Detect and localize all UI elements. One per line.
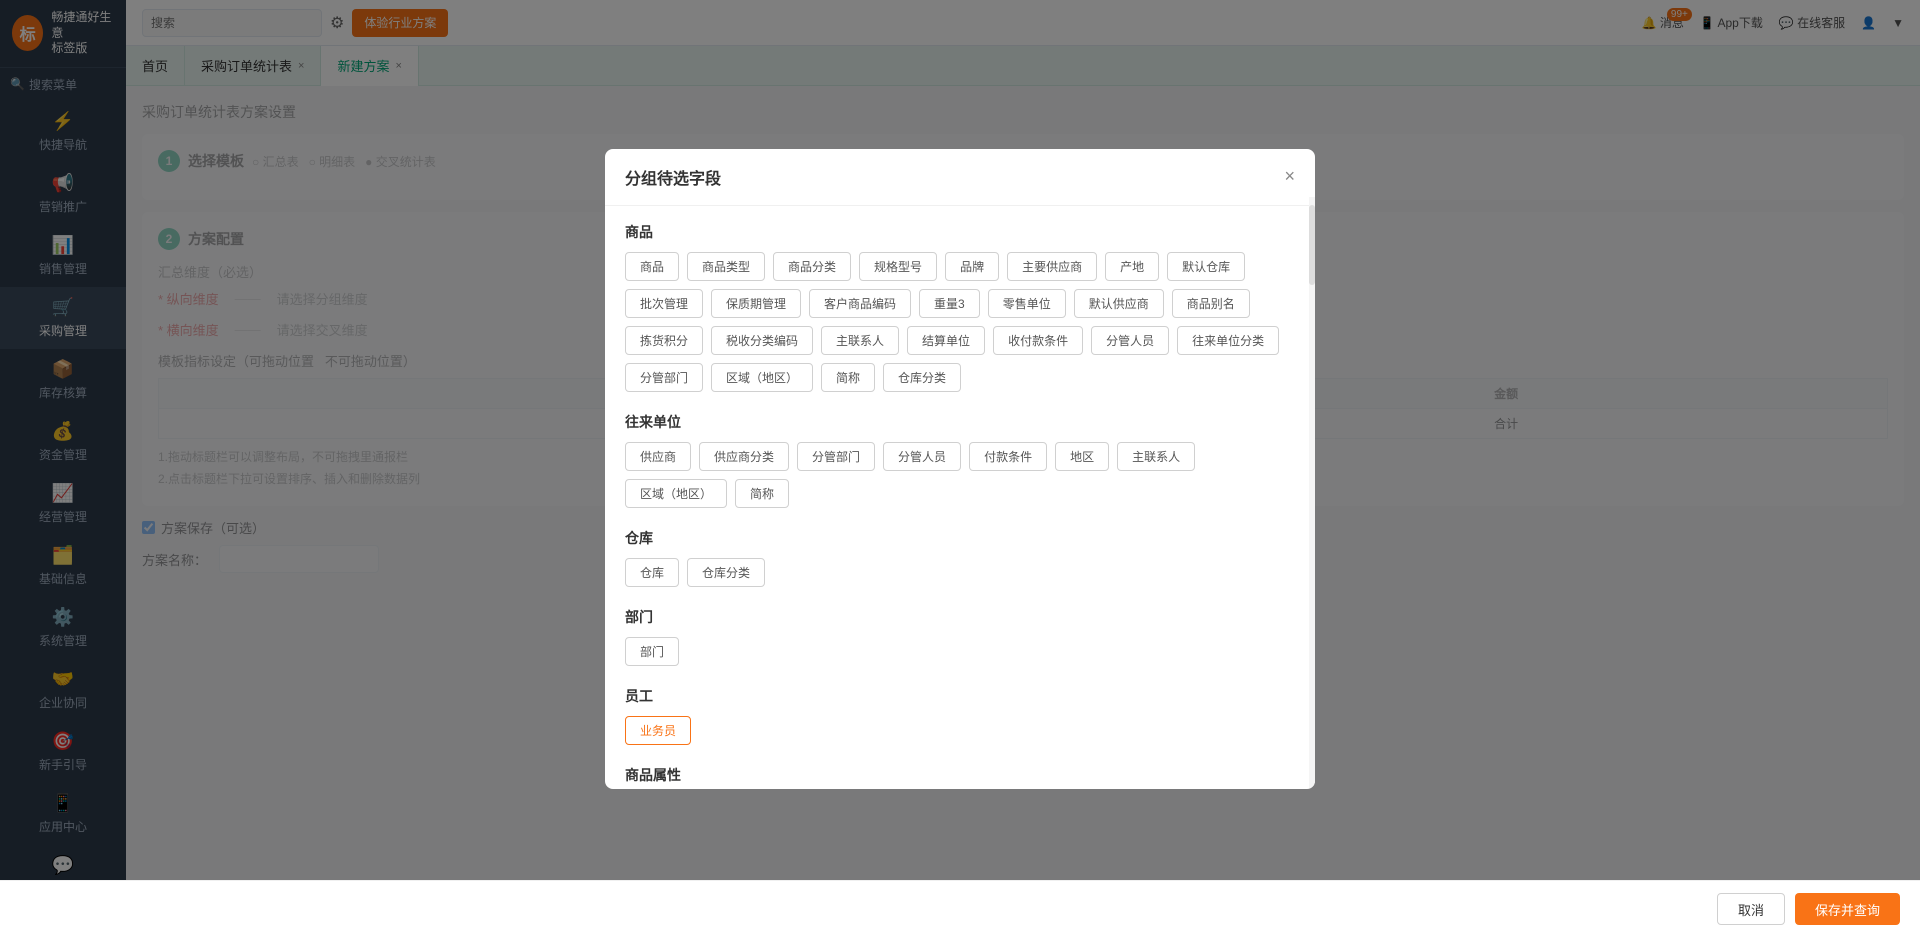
field-tag-salesperson[interactable]: 业务员 bbox=[625, 716, 691, 745]
field-grid-goods: 商品 商品类型 商品分类 规格型号 品牌 主要供应商 产地 默认仓库 批次管理 … bbox=[625, 252, 1295, 392]
section-partner-title: 往来单位 bbox=[625, 412, 1295, 432]
field-tag-weight3[interactable]: 重量3 bbox=[919, 289, 980, 318]
field-tag-region-area2[interactable]: 区域（地区） bbox=[625, 479, 727, 508]
field-tag-supplier-category[interactable]: 供应商分类 bbox=[699, 442, 789, 471]
scrollbar-thumb[interactable] bbox=[1309, 205, 1315, 285]
section-goods: 商品 商品 商品类型 商品分类 规格型号 品牌 主要供应商 产地 默认仓库 批次… bbox=[625, 222, 1295, 392]
field-tag-dept-manage[interactable]: 分管部门 bbox=[625, 363, 703, 392]
section-department: 部门 部门 bbox=[625, 607, 1295, 666]
section-goods-title: 商品 bbox=[625, 222, 1295, 242]
section-goods-attr-title: 商品属性 bbox=[625, 765, 1295, 785]
section-department-title: 部门 bbox=[625, 607, 1295, 627]
modal-footer: 取消 保存并查询 bbox=[0, 880, 1920, 937]
field-tag-manager[interactable]: 分管人员 bbox=[1091, 326, 1169, 355]
field-tag-goods-type[interactable]: 商品类型 bbox=[687, 252, 765, 281]
field-grid-employee: 业务员 bbox=[625, 716, 1295, 745]
field-tag-dept[interactable]: 部门 bbox=[625, 637, 679, 666]
field-grid-department: 部门 bbox=[625, 637, 1295, 666]
field-tag-manage-dept[interactable]: 分管部门 bbox=[797, 442, 875, 471]
field-tag-warehouse-category[interactable]: 仓库分类 bbox=[883, 363, 961, 392]
field-tag-brand[interactable]: 品牌 bbox=[945, 252, 999, 281]
field-tag-supplier[interactable]: 供应商 bbox=[625, 442, 691, 471]
field-tag-quality-mgmt[interactable]: 保质期管理 bbox=[711, 289, 801, 318]
field-tag-main-contact[interactable]: 主联系人 bbox=[821, 326, 899, 355]
section-employee-title: 员工 bbox=[625, 686, 1295, 706]
modal-body: 商品 商品 商品类型 商品分类 规格型号 品牌 主要供应商 产地 默认仓库 批次… bbox=[605, 206, 1315, 789]
field-tag-default-supplier[interactable]: 默认供应商 bbox=[1074, 289, 1164, 318]
field-tag-settlement-unit[interactable]: 结算单位 bbox=[907, 326, 985, 355]
field-tag-payment-condition[interactable]: 付款条件 bbox=[969, 442, 1047, 471]
field-tag-short-name2[interactable]: 简称 bbox=[735, 479, 789, 508]
modal-header: 分组待选字段 × bbox=[605, 149, 1315, 206]
section-goods-attr: 商品属性 属性 颜色 多规格 尺码 鞋码 1 bbox=[625, 765, 1295, 789]
field-tag-wh[interactable]: 仓库 bbox=[625, 558, 679, 587]
section-warehouse-title: 仓库 bbox=[625, 528, 1295, 548]
field-grid-warehouse: 仓库 仓库分类 bbox=[625, 558, 1295, 587]
field-tag-main-contact2[interactable]: 主联系人 bbox=[1117, 442, 1195, 471]
field-grid-partner: 供应商 供应商分类 分管部门 分管人员 付款条件 地区 主联系人 区域（地区） … bbox=[625, 442, 1295, 508]
modal: 分组待选字段 × 商品 商品 商品类型 商品分类 规格型号 品牌 主要供应商 产… bbox=[605, 149, 1315, 789]
field-tag-default-warehouse[interactable]: 默认仓库 bbox=[1167, 252, 1245, 281]
field-tag-goods-alias[interactable]: 商品别名 bbox=[1172, 289, 1250, 318]
field-tag-retail-unit[interactable]: 零售单位 bbox=[988, 289, 1066, 318]
field-tag-origin[interactable]: 产地 bbox=[1105, 252, 1159, 281]
save-button[interactable]: 保存并查询 bbox=[1795, 893, 1900, 925]
field-tag-tax-code[interactable]: 税收分类编码 bbox=[711, 326, 813, 355]
scrollbar-track bbox=[1309, 197, 1315, 789]
field-tag-region[interactable]: 地区 bbox=[1055, 442, 1109, 471]
field-tag-goods-category[interactable]: 商品分类 bbox=[773, 252, 851, 281]
field-tag-batch-mgmt[interactable]: 批次管理 bbox=[625, 289, 703, 318]
field-tag-pick-points[interactable]: 拣货积分 bbox=[625, 326, 703, 355]
field-tag-goods[interactable]: 商品 bbox=[625, 252, 679, 281]
field-tag-spec-type[interactable]: 规格型号 bbox=[859, 252, 937, 281]
modal-title: 分组待选字段 bbox=[625, 165, 721, 189]
field-tag-short-name[interactable]: 简称 bbox=[821, 363, 875, 392]
modal-close-button[interactable]: × bbox=[1284, 166, 1295, 187]
field-tag-main-supplier[interactable]: 主要供应商 bbox=[1007, 252, 1097, 281]
field-tag-customer-code[interactable]: 客户商品编码 bbox=[809, 289, 911, 318]
field-tag-region-area[interactable]: 区域（地区） bbox=[711, 363, 813, 392]
field-tag-payment-terms[interactable]: 收付款条件 bbox=[993, 326, 1083, 355]
section-employee: 员工 业务员 bbox=[625, 686, 1295, 745]
field-tag-manage-person[interactable]: 分管人员 bbox=[883, 442, 961, 471]
section-warehouse: 仓库 仓库 仓库分类 bbox=[625, 528, 1295, 587]
field-tag-wh-category[interactable]: 仓库分类 bbox=[687, 558, 765, 587]
field-tag-source-unit[interactable]: 往来单位分类 bbox=[1177, 326, 1279, 355]
section-partner: 往来单位 供应商 供应商分类 分管部门 分管人员 付款条件 地区 主联系人 区域… bbox=[625, 412, 1295, 508]
cancel-button[interactable]: 取消 bbox=[1717, 893, 1785, 925]
